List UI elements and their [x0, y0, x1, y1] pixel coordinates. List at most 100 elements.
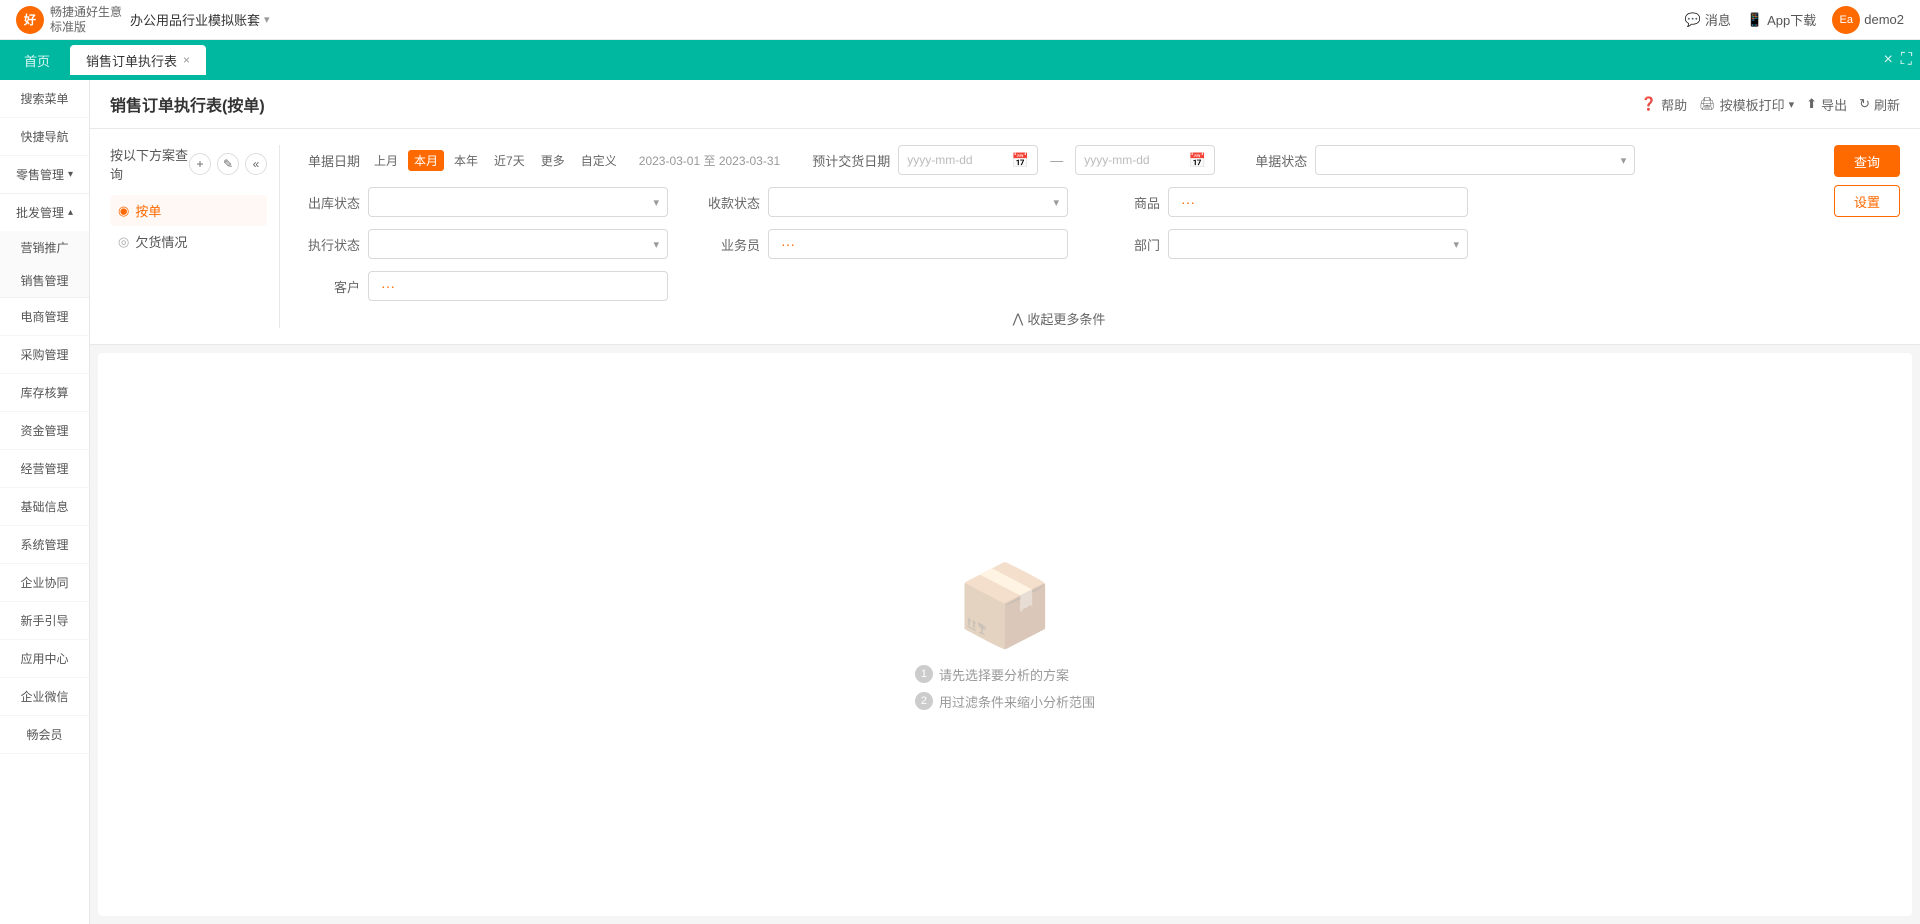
window-maximize-icon[interactable]: ⛶	[1901, 51, 1912, 69]
date-tab-more[interactable]: 更多	[535, 150, 571, 171]
filter-section: 单据日期 上月 本月 本年 近7天 更多	[300, 145, 1900, 328]
customer-label: 客户	[300, 277, 360, 296]
empty-tip-2: 2 用过滤条件来缩小分析范围	[915, 692, 1095, 711]
scheme-panel: 按以下方案查询 + ✎ « ◉ 按单 ◎ 欠货情况	[110, 145, 280, 328]
sidebar-item-wholesale-mgmt[interactable]: 批发管理 ▴	[0, 194, 89, 231]
expected-date-label: 预计交货日期	[812, 151, 890, 170]
window-close-icon[interactable]: ×	[1883, 51, 1892, 69]
sidebar-item-operations[interactable]: 经营管理	[0, 450, 89, 488]
sidebar-item-membership[interactable]: 畅会员	[0, 716, 89, 754]
search-panel: 按以下方案查询 + ✎ « ◉ 按单 ◎ 欠货情况	[90, 129, 1920, 345]
doc-status-select[interactable]: ▾	[1315, 145, 1635, 175]
customer-ellipsis[interactable]: ···	[377, 278, 399, 294]
user-menu[interactable]: Ea demo2	[1832, 6, 1904, 34]
template-print-btn[interactable]: 🖨 按模板打印 ▾	[1699, 95, 1794, 114]
logo-area: 好 畅捷通好生意 标准版	[16, 5, 122, 34]
settings-button[interactable]: 设置	[1834, 185, 1900, 217]
dept-select[interactable]: ▾	[1168, 229, 1468, 259]
search-panel-inner: 按以下方案查询 + ✎ « ◉ 按单 ◎ 欠货情况	[110, 145, 1900, 328]
filter-field-goods: 商品 ···	[1100, 187, 1468, 217]
salesperson-label: 业务员	[700, 235, 760, 254]
customer-select[interactable]: ···	[368, 271, 668, 301]
filter-area: 单据日期 上月 本月 本年 近7天 更多	[280, 145, 1900, 328]
top-bar-right: 💬 消息 📱 App下载 Ea demo2	[1685, 6, 1904, 34]
top-bar-left: 好 畅捷通好生意 标准版 办公用品行业模拟账套 ▾	[16, 5, 270, 34]
date-tab-this-month[interactable]: 本月	[408, 150, 444, 171]
sidebar-item-quick-nav[interactable]: 快捷导航	[0, 118, 89, 156]
expected-date-end[interactable]: yyyy-mm-dd 📅	[1075, 145, 1215, 175]
collapse-btn[interactable]: ⋀ 收起更多条件	[300, 301, 1818, 328]
sidebar-item-sales-mgmt[interactable]: 销售管理	[0, 264, 89, 297]
sidebar-group-retail: 零售管理 ▾	[0, 156, 89, 194]
chevron-down-icon: ▾	[1789, 98, 1795, 111]
filter-field-exec: 执行状态 ▾	[300, 229, 668, 259]
outbound-chevron: ▾	[653, 196, 659, 209]
filter-field-salesperson: 业务员 ···	[700, 229, 1068, 259]
top-bar: 好 畅捷通好生意 标准版 办公用品行业模拟账套 ▾ 💬 消息 📱 App下载 E…	[0, 0, 1920, 40]
salesperson-select[interactable]: ···	[768, 229, 1068, 259]
filter-field-doc-status: 单据状态 ▾	[1247, 145, 1635, 175]
sidebar-item-newbie[interactable]: 新手引导	[0, 602, 89, 640]
filter-actions-col: 查询 设置	[1818, 145, 1900, 328]
scheme-add-btn[interactable]: +	[189, 153, 211, 175]
filter-row-4: 客户 ···	[300, 271, 1818, 301]
filter-row-1: 单据日期 上月 本月 本年 近7天 更多	[300, 145, 1818, 175]
filter-field-customer: 客户 ···	[300, 271, 668, 301]
salesperson-ellipsis[interactable]: ···	[777, 236, 799, 252]
sidebar-item-search-menu[interactable]: 搜索菜单	[0, 80, 89, 118]
scheme-edit-btn[interactable]: ✎	[217, 153, 239, 175]
scheme-collapse-btn[interactable]: «	[245, 153, 267, 175]
date-tab-custom[interactable]: 自定义	[575, 150, 623, 171]
tip-num-1: 1	[915, 665, 933, 683]
nav-actions: × ⛶	[1883, 51, 1912, 69]
scheme-item-icon: ◉	[118, 203, 129, 219]
sidebar-item-retail-mgmt[interactable]: 零售管理 ▾	[0, 156, 89, 193]
scheme-actions: + ✎ «	[189, 153, 267, 175]
receipt-select[interactable]: ▾	[768, 187, 1068, 217]
receipt-label: 收款状态	[700, 193, 760, 212]
sidebar-item-enterprise[interactable]: 企业协同	[0, 564, 89, 602]
calendar-icon-start: 📅	[1012, 152, 1029, 169]
date-tab-last-month[interactable]: 上月	[368, 150, 404, 171]
filter-field-dept: 部门 ▾	[1100, 229, 1468, 259]
tab-close-icon[interactable]: ×	[183, 53, 190, 67]
goods-select[interactable]: ···	[1168, 187, 1468, 217]
sidebar-item-inventory[interactable]: 库存核算	[0, 374, 89, 412]
sidebar-item-finance[interactable]: 资金管理	[0, 412, 89, 450]
scheme-item-by-order[interactable]: ◉ 按单	[110, 195, 267, 226]
date-tab-this-year[interactable]: 本年	[448, 150, 484, 171]
refresh-btn[interactable]: ↻ 刷新	[1859, 95, 1900, 114]
company-select[interactable]: 办公用品行业模拟账套 ▾	[130, 10, 270, 29]
filter-field-outbound: 出库状态 ▾	[300, 187, 668, 217]
sidebar-item-purchase[interactable]: 采购管理	[0, 336, 89, 374]
goods-ellipsis[interactable]: ···	[1177, 194, 1199, 210]
app-download-btn[interactable]: 📱 App下载	[1747, 10, 1816, 29]
sidebar-item-corp-wechat[interactable]: 企业微信	[0, 678, 89, 716]
sidebar-item-marketing[interactable]: 营销推广	[0, 231, 89, 264]
tab-sales-order[interactable]: 销售订单执行表 ×	[70, 45, 206, 75]
expected-date-start[interactable]: yyyy-mm-dd 📅	[898, 145, 1038, 175]
date-separator: —	[1050, 153, 1063, 168]
message-btn[interactable]: 💬 消息	[1685, 10, 1731, 29]
tab-home[interactable]: 首页	[8, 45, 66, 75]
tip-num-2: 2	[915, 692, 933, 710]
export-icon: ⬆	[1806, 96, 1817, 112]
sidebar-item-system[interactable]: 系统管理	[0, 526, 89, 564]
sidebar-item-base-info[interactable]: 基础信息	[0, 488, 89, 526]
export-btn[interactable]: ⬆ 导出	[1806, 95, 1847, 114]
query-button[interactable]: 查询	[1834, 145, 1900, 177]
date-tab-7days[interactable]: 近7天	[488, 150, 531, 171]
help-btn[interactable]: ❓ 帮助	[1641, 95, 1687, 114]
nav-tabs: 首页 销售订单执行表 × × ⛶	[0, 40, 1920, 80]
sidebar-item-ecommerce[interactable]: 电商管理	[0, 298, 89, 336]
exec-select[interactable]: ▾	[368, 229, 668, 259]
scheme-item-shortage[interactable]: ◎ 欠货情况	[110, 226, 267, 257]
outbound-label: 出库状态	[300, 193, 360, 212]
page-title: 销售订单执行表(按单)	[110, 92, 265, 128]
collapse-icon: ⋀	[1013, 311, 1024, 327]
sidebar-item-app-center[interactable]: 应用中心	[0, 640, 89, 678]
empty-tips: 1 请先选择要分析的方案 2 用过滤条件来缩小分析范围	[915, 665, 1095, 711]
filter-main: 单据日期 上月 本月 本年 近7天 更多	[300, 145, 1818, 328]
doc-date-label: 单据日期	[300, 151, 360, 170]
outbound-select[interactable]: ▾	[368, 187, 668, 217]
